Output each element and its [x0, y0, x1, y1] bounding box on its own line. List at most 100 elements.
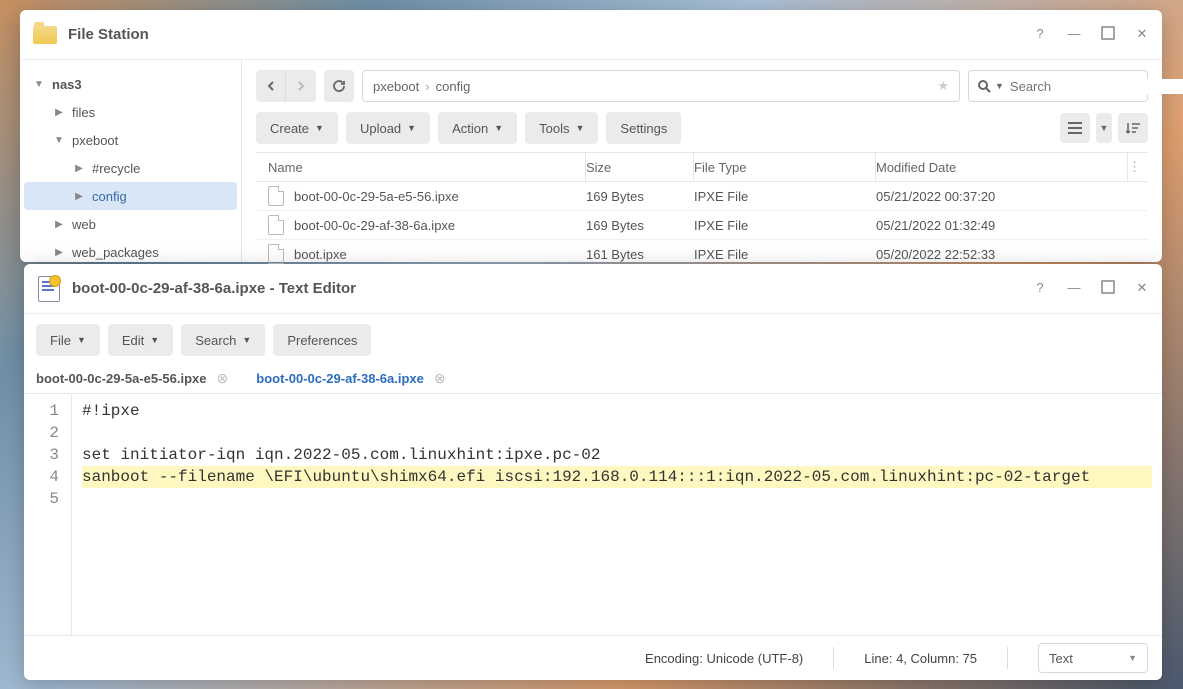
editor-tab[interactable]: boot-00-0c-29-5a-e5-56.ipxe ⊗ [36, 370, 228, 387]
refresh-button[interactable] [324, 70, 354, 102]
status-bar: Encoding: Unicode (UTF-8) Line: 4, Colum… [24, 636, 1162, 680]
line-number: 1 [24, 400, 59, 422]
code-line: sanboot --filename \EFI\ubuntu\shimx64.e… [82, 466, 1152, 488]
col-size[interactable]: Size [586, 153, 694, 181]
file-date: 05/20/2022 22:52:33 [876, 247, 1128, 262]
table-row[interactable]: boot-00-0c-29-af-38-6a.ipxe 169 BytesIPXE… [256, 211, 1148, 240]
line-gutter: 12345 [24, 394, 72, 635]
file-date: 05/21/2022 01:32:49 [876, 218, 1128, 233]
list-view-icon[interactable] [1060, 113, 1090, 143]
cursor-status: Line: 4, Column: 75 [864, 651, 977, 666]
file-type: IPXE File [694, 189, 876, 204]
breadcrumb[interactable]: pxeboot › config ★ [362, 70, 960, 102]
settings-button[interactable]: Settings [606, 112, 681, 144]
tree-item-config[interactable]: ▶ config [24, 182, 237, 210]
view-dropdown-icon[interactable]: ▼ [1096, 113, 1112, 143]
help-icon[interactable]: ? [1032, 26, 1048, 43]
code-area[interactable]: #!ipxe set initiator-iqn iqn.2022-05.com… [72, 394, 1162, 635]
table-row[interactable]: boot-00-0c-29-5a-e5-56.ipxe 169 BytesIPXE… [256, 182, 1148, 211]
line-number: 4 [24, 466, 59, 488]
col-date[interactable]: Modified Date [876, 153, 1128, 181]
file-name: boot-00-0c-29-af-38-6a.ipxe [294, 218, 455, 233]
col-type[interactable]: File Type [694, 153, 876, 181]
text-editor-titlebar: boot-00-0c-29-af-38-6a.ipxe - Text Edito… [24, 264, 1162, 314]
code-editor[interactable]: 12345 #!ipxe set initiator-iqn iqn.2022-… [24, 393, 1162, 636]
window-title: File Station [68, 26, 1032, 43]
close-icon[interactable]: ✕ [1134, 26, 1150, 43]
chevron-down-icon: ▼ [52, 135, 66, 146]
col-name[interactable]: Name [256, 153, 586, 181]
file-size: 161 Bytes [586, 247, 694, 262]
tree-item-label: web [72, 217, 96, 232]
upload-button[interactable]: Upload▼ [346, 112, 430, 144]
file-date: 05/21/2022 00:37:20 [876, 189, 1128, 204]
breadcrumb-1[interactable]: config [436, 79, 471, 94]
file-icon [268, 244, 284, 264]
tree-item-label: #recycle [92, 161, 140, 176]
tree-item-label: files [72, 105, 95, 120]
tab-label: boot-00-0c-29-5a-e5-56.ipxe [36, 371, 207, 386]
tab-label: boot-00-0c-29-af-38-6a.ipxe [256, 371, 424, 386]
tree-root[interactable]: ▼ nas3 [24, 70, 237, 98]
preferences-button[interactable]: Preferences [273, 324, 371, 356]
file-type: IPXE File [694, 218, 876, 233]
minimize-icon[interactable]: — [1066, 26, 1082, 43]
tab-close-icon[interactable]: ⊗ [434, 370, 446, 387]
breadcrumb-0[interactable]: pxeboot [373, 79, 419, 94]
tab-close-icon[interactable]: ⊗ [217, 370, 229, 387]
code-line: #!ipxe [82, 402, 140, 420]
text-editor-icon [36, 276, 62, 302]
search-input[interactable] [1010, 79, 1183, 94]
tree-item-web[interactable]: ▶ web [24, 210, 237, 238]
search-dropdown-icon[interactable]: ▼ [995, 81, 1004, 91]
file-size: 169 Bytes [586, 218, 694, 233]
table-header: Name Size File Type Modified Date ⋮ [256, 152, 1148, 182]
folder-tree: ▼ nas3 ▶files▼pxeboot▶#recycle▶config▶we… [20, 60, 242, 262]
create-button[interactable]: Create▼ [256, 112, 338, 144]
more-columns-icon[interactable]: ⋮ [1128, 153, 1148, 181]
chevron-right-icon: ▶ [72, 163, 86, 174]
tree-root-label: nas3 [52, 77, 82, 92]
forward-button[interactable] [286, 70, 316, 102]
minimize-icon[interactable]: — [1066, 280, 1082, 297]
editor-tab[interactable]: boot-00-0c-29-af-38-6a.ipxe ⊗ [256, 370, 445, 387]
chevron-right-icon: ▶ [52, 219, 66, 230]
search-box[interactable]: ▼ [968, 70, 1148, 102]
tree-item-webpackages[interactable]: ▶web_packages [24, 238, 237, 262]
line-number: 2 [24, 422, 59, 444]
sort-icon[interactable] [1118, 113, 1148, 143]
chevron-right-icon: › [425, 79, 429, 94]
tree-item-recycle[interactable]: ▶ #recycle [24, 154, 237, 182]
line-number: 5 [24, 488, 59, 510]
window-title: boot-00-0c-29-af-38-6a.ipxe - Text Edito… [72, 280, 1032, 297]
language-select[interactable]: Text▼ [1038, 643, 1148, 673]
tree-item-label: pxeboot [72, 133, 118, 148]
file-icon [268, 215, 284, 235]
close-icon[interactable]: ✕ [1134, 280, 1150, 297]
tree-item-files[interactable]: ▶files [24, 98, 237, 126]
tree-item-label: config [92, 189, 127, 204]
encoding-status: Encoding: Unicode (UTF-8) [645, 651, 803, 666]
file-icon [268, 186, 284, 206]
text-editor-window: boot-00-0c-29-af-38-6a.ipxe - Text Edito… [24, 264, 1162, 680]
search-menu[interactable]: Search▼ [181, 324, 265, 356]
tools-button[interactable]: Tools▼ [525, 112, 598, 144]
star-icon[interactable]: ★ [937, 78, 949, 94]
search-icon [977, 79, 991, 93]
maximize-icon[interactable] [1100, 280, 1116, 297]
edit-menu[interactable]: Edit▼ [108, 324, 173, 356]
chevron-down-icon: ▼ [32, 79, 46, 90]
maximize-icon[interactable] [1100, 26, 1116, 43]
file-type: IPXE File [694, 247, 876, 262]
back-button[interactable] [256, 70, 286, 102]
file-name: boot-00-0c-29-5a-e5-56.ipxe [294, 189, 459, 204]
folder-icon [32, 22, 58, 48]
code-line: set initiator-iqn iqn.2022-05.com.linuxh… [82, 446, 600, 464]
file-menu[interactable]: File▼ [36, 324, 100, 356]
chevron-right-icon: ▶ [72, 191, 86, 202]
file-size: 169 Bytes [586, 189, 694, 204]
tree-item-pxeboot[interactable]: ▼ pxeboot [24, 126, 237, 154]
action-button[interactable]: Action▼ [438, 112, 517, 144]
help-icon[interactable]: ? [1032, 280, 1048, 297]
chevron-right-icon: ▶ [52, 247, 66, 258]
